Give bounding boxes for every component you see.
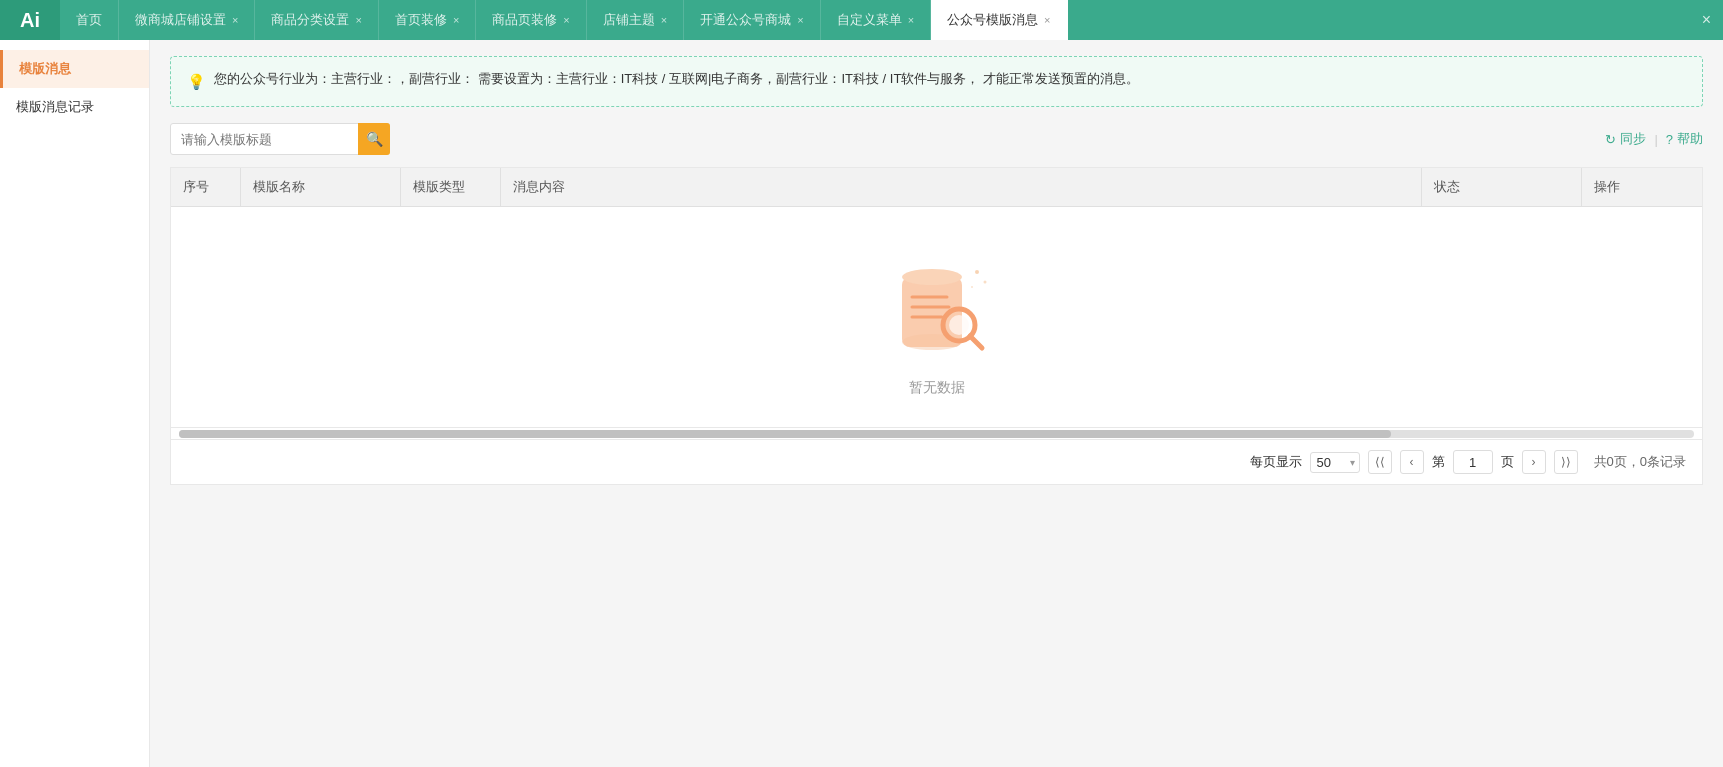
empty-text: 暂无数据 xyxy=(909,379,965,397)
nav-tab-label: 微商城店铺设置 xyxy=(135,11,226,29)
close-icon[interactable]: × xyxy=(661,14,667,26)
nav-tab-label: 首页 xyxy=(76,11,102,29)
search-input[interactable] xyxy=(170,123,390,155)
app-logo: Ai xyxy=(0,0,60,40)
nav-tab-label: 店铺主题 xyxy=(603,11,655,29)
search-input-wrap: 🔍 xyxy=(170,123,390,155)
nav-tab-theme[interactable]: 店铺主题 × xyxy=(587,0,684,40)
pagination: 每页显示 50 20 100 ▾ ⟨⟨ ‹ 第 页 › ⟩⟩ 共0页，0条记录 xyxy=(171,439,1702,484)
table-col-name: 模版名称 xyxy=(241,168,401,206)
notice-banner: 💡 您的公众号行业为：主营行业：，副营行业： 需要设置为：主营行业：IT科技 /… xyxy=(170,56,1703,107)
empty-state: 暂无数据 xyxy=(171,207,1702,427)
close-icon[interactable]: × xyxy=(355,14,361,26)
close-icon[interactable]: × xyxy=(232,14,238,26)
scroll-area[interactable] xyxy=(171,427,1702,439)
page-number-input[interactable] xyxy=(1453,450,1493,474)
sync-icon: ↻ xyxy=(1605,132,1616,147)
total-text: 共0页，0条记录 xyxy=(1594,453,1686,471)
sidebar-item-template-msg[interactable]: 模版消息 xyxy=(0,50,149,88)
close-icon[interactable]: × xyxy=(1044,14,1050,26)
nav-tab-label: 公众号模版消息 xyxy=(947,11,1038,29)
help-icon: ? xyxy=(1666,132,1673,147)
nav-tab-label: 商品分类设置 xyxy=(271,11,349,29)
close-icon[interactable]: × xyxy=(908,14,914,26)
prev-page-button[interactable]: ‹ xyxy=(1400,450,1424,474)
search-actions: ↻ 同步 | ? 帮助 xyxy=(1605,130,1703,148)
page-size-label: 每页显示 xyxy=(1250,453,1302,471)
table-header: 序号 模版名称 模版类型 消息内容 状态 操作 xyxy=(171,168,1702,207)
top-nav: Ai 首页 微商城店铺设置 × 商品分类设置 × 首页装修 × 商品页装修 × … xyxy=(0,0,1723,40)
close-all-button[interactable]: × xyxy=(1690,0,1723,40)
page-label: 第 xyxy=(1432,453,1445,471)
content-area: 💡 您的公众号行业为：主营行业：，副营行业： 需要设置为：主营行业：IT科技 /… xyxy=(150,40,1723,767)
close-all-icon: × xyxy=(1702,11,1711,29)
table-col-content: 消息内容 xyxy=(501,168,1422,206)
help-button[interactable]: ? 帮助 xyxy=(1666,130,1703,148)
svg-point-7 xyxy=(949,315,969,335)
table-col-type: 模版类型 xyxy=(401,168,501,206)
table-col-action: 操作 xyxy=(1582,168,1702,206)
nav-tab-wechat-mall[interactable]: 开通公众号商城 × xyxy=(684,0,820,40)
page-size-wrap: 50 20 100 ▾ xyxy=(1310,452,1360,473)
nav-tab-custom-menu[interactable]: 自定义菜单 × xyxy=(821,0,931,40)
svg-point-5 xyxy=(902,269,962,285)
nav-tab-label: 商品页装修 xyxy=(492,11,557,29)
main-layout: 模版消息 模版消息记录 💡 您的公众号行业为：主营行业：，副营行业： 需要设置为… xyxy=(0,40,1723,767)
nav-tab-label: 首页装修 xyxy=(395,11,447,29)
close-icon[interactable]: × xyxy=(453,14,459,26)
sidebar: 模版消息 模版消息记录 xyxy=(0,40,150,767)
svg-line-8 xyxy=(970,336,982,348)
nav-tab-home[interactable]: 首页 xyxy=(60,0,119,40)
last-page-button[interactable]: ⟩⟩ xyxy=(1554,450,1578,474)
sidebar-item-template-msg-record[interactable]: 模版消息记录 xyxy=(0,88,149,126)
page-size-select[interactable]: 50 20 100 xyxy=(1310,452,1360,473)
table-col-status: 状态 xyxy=(1422,168,1582,206)
divider: | xyxy=(1654,132,1657,147)
empty-illustration xyxy=(877,247,997,367)
svg-point-9 xyxy=(975,270,979,274)
close-icon[interactable]: × xyxy=(797,14,803,26)
first-page-button[interactable]: ⟨⟨ xyxy=(1368,450,1392,474)
next-page-button[interactable]: › xyxy=(1522,450,1546,474)
page-unit: 页 xyxy=(1501,453,1514,471)
notice-icon: 💡 xyxy=(187,70,206,94)
search-bar: 🔍 ↻ 同步 | ? 帮助 xyxy=(170,123,1703,155)
nav-tab-template-msg[interactable]: 公众号模版消息 × xyxy=(931,0,1067,40)
data-table: 序号 模版名称 模版类型 消息内容 状态 操作 xyxy=(170,167,1703,485)
scroll-track[interactable] xyxy=(179,430,1694,438)
svg-point-11 xyxy=(971,286,973,288)
nav-tab-label: 自定义菜单 xyxy=(837,11,902,29)
svg-point-10 xyxy=(983,281,986,284)
nav-tab-shop-setting[interactable]: 微商城店铺设置 × xyxy=(119,0,255,40)
search-button[interactable]: 🔍 xyxy=(358,123,390,155)
nav-tab-label: 开通公众号商城 xyxy=(700,11,791,29)
sync-button[interactable]: ↻ 同步 xyxy=(1605,130,1646,148)
table-col-index: 序号 xyxy=(171,168,241,206)
nav-tab-category[interactable]: 商品分类设置 × xyxy=(255,0,378,40)
nav-tab-product-decor[interactable]: 商品页装修 × xyxy=(476,0,586,40)
close-icon[interactable]: × xyxy=(563,14,569,26)
scroll-thumb[interactable] xyxy=(179,430,1391,438)
notice-text: 您的公众号行业为：主营行业：，副营行业： 需要设置为：主营行业：IT科技 / 互… xyxy=(214,69,1139,90)
nav-tab-home-decor[interactable]: 首页装修 × xyxy=(379,0,476,40)
search-icon: 🔍 xyxy=(366,131,383,147)
